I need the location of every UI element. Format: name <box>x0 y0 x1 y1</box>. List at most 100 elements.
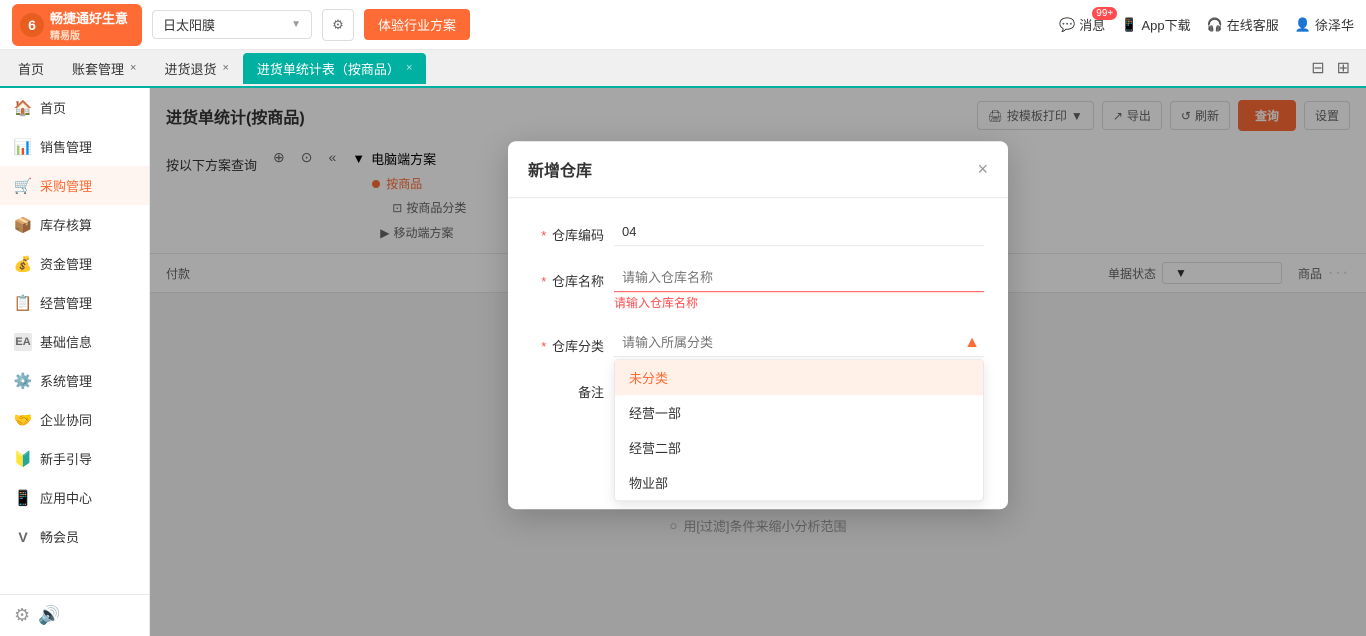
form-row-name: * 仓库名称 请输入仓库名称 <box>532 264 984 311</box>
tab-accounts-close[interactable]: × <box>130 62 136 74</box>
purchase-icon: 🛒 <box>14 177 32 195</box>
sidebar-inventory-label: 库存核算 <box>40 215 92 234</box>
notification-badge: 99+ <box>1092 7 1117 20</box>
main-layout: 🏠 首页 📊 销售管理 🛒 采购管理 📦 库存核算 💰 资金管理 📋 经营管理 … <box>0 88 1366 636</box>
sidebar-member-label: 畅会员 <box>40 527 79 546</box>
add-warehouse-modal: 新增仓库 × * 仓库编码 * 仓库名称 <box>508 141 1008 509</box>
sidebar-sales-label: 销售管理 <box>40 137 92 156</box>
logo: 6 畅捷通好生意 精易版 <box>12 4 142 46</box>
sidebar-item-inventory[interactable]: 📦 库存核算 <box>0 205 149 244</box>
enterprise-icon: 🤝 <box>14 411 32 429</box>
message-icon: 💬 <box>1059 17 1075 33</box>
sidebar-system-label: 系统管理 <box>40 371 92 390</box>
basic-icon: EA <box>14 333 32 351</box>
category-dropdown-arrow[interactable]: ▲ <box>960 330 984 356</box>
tab-purchase-stats-label: 进货单统计表（按商品） <box>257 59 400 78</box>
sidebar-basic-label: 基础信息 <box>40 332 92 351</box>
sidebar-item-member[interactable]: V 畅会员 <box>0 517 149 556</box>
dropdown-item-unclassified[interactable]: 未分类 <box>615 360 983 395</box>
category-label: * 仓库分类 <box>532 329 604 355</box>
sidebar-speaker-btn[interactable]: 🔊 <box>38 605 60 626</box>
name-col: 请输入仓库名称 <box>614 264 984 311</box>
sidebar-item-guide[interactable]: 🔰 新手引导 <box>0 439 149 478</box>
online-service-area[interactable]: 🎧 在线客服 <box>1207 15 1279 34</box>
guide-icon: 🔰 <box>14 450 32 468</box>
tab-purchase-return[interactable]: 进货退货 × <box>150 53 242 84</box>
remark-label: 备注 <box>532 375 604 401</box>
name-error-msg: 请输入仓库名称 <box>614 294 984 311</box>
sidebar-item-home[interactable]: 🏠 首页 <box>0 88 149 127</box>
tab-purchase-return-label: 进货退货 <box>164 59 216 78</box>
content-area: 进货单统计(按商品) 🖨 按模板打印 ▼ ↗ 导出 ↺ 刷新 查询 设置 <box>150 88 1366 636</box>
sidebar: 🏠 首页 📊 销售管理 🛒 采购管理 📦 库存核算 💰 资金管理 📋 经营管理 … <box>0 88 150 636</box>
sidebar-item-finance[interactable]: 💰 资金管理 <box>0 244 149 283</box>
sidebar-item-purchase[interactable]: 🛒 采购管理 <box>0 166 149 205</box>
app-download-label: App下载 <box>1141 15 1190 34</box>
modal-title: 新增仓库 <box>528 157 592 181</box>
tab-purchase-stats[interactable]: 进货单统计表（按商品） × <box>243 53 426 84</box>
search-bar[interactable]: 日太阳膜 ▼ <box>152 10 312 39</box>
category-select-wrap: ▲ <box>614 329 984 357</box>
search-dropdown-icon: ▼ <box>291 19 301 30</box>
category-col: ▲ 未分类 经营一部 经营二部 物业部 <box>614 329 984 357</box>
sidebar-purchase-label: 采购管理 <box>40 176 92 195</box>
sidebar-item-system[interactable]: ⚙️ 系统管理 <box>0 361 149 400</box>
system-icon: ⚙️ <box>14 372 32 390</box>
sidebar-settings-btn[interactable]: ⚙ <box>14 605 30 626</box>
sidebar-home-label: 首页 <box>40 98 66 117</box>
sidebar-item-sales[interactable]: 📊 销售管理 <box>0 127 149 166</box>
sidebar-guide-label: 新手引导 <box>40 449 92 468</box>
user-area[interactable]: 👤 徐泽华 <box>1295 15 1354 34</box>
sidebar-item-basic[interactable]: EA 基础信息 <box>0 322 149 361</box>
search-text: 日太阳膜 <box>163 15 285 34</box>
headset-icon: 🎧 <box>1207 17 1223 33</box>
code-input[interactable] <box>614 218 984 246</box>
sidebar-app-label: 应用中心 <box>40 488 92 507</box>
form-row-category: * 仓库分类 ▲ 未分类 经营一部 经营二部 物业部 <box>532 329 984 357</box>
name-input[interactable] <box>614 264 984 292</box>
sidebar-bottom: ⚙ 🔊 <box>0 594 149 636</box>
name-label: * 仓库名称 <box>532 264 604 290</box>
modal-header: 新增仓库 × <box>508 141 1008 198</box>
tab-expand-button[interactable]: ⊞ <box>1333 56 1354 80</box>
online-service-label: 在线客服 <box>1227 15 1279 34</box>
operations-icon: 📋 <box>14 294 32 312</box>
sales-icon: 📊 <box>14 138 32 156</box>
sidebar-item-operations[interactable]: 📋 经营管理 <box>0 283 149 322</box>
tab-accounts-label: 账套管理 <box>72 59 124 78</box>
member-icon: V <box>14 528 32 546</box>
logo-sub: 精易版 <box>50 27 128 42</box>
tab-purchase-return-close[interactable]: × <box>222 62 228 74</box>
tab-accounts[interactable]: 账套管理 × <box>58 53 150 84</box>
modal-body: * 仓库编码 * 仓库名称 请输入仓库名称 <box>508 198 1008 441</box>
app-download-area[interactable]: 📱 App下载 <box>1121 15 1190 34</box>
finance-icon: 💰 <box>14 255 32 273</box>
tab-controls: ⊟ ⊞ <box>1299 56 1362 80</box>
dropdown-item-ops1[interactable]: 经营一部 <box>615 395 983 430</box>
settings-icon[interactable]: ⚙ <box>322 9 354 41</box>
notification-area[interactable]: 💬 消息 99+ <box>1059 15 1105 34</box>
logo-text: 畅捷通好生意 <box>50 8 128 27</box>
form-row-code: * 仓库编码 <box>532 218 984 246</box>
sidebar-enterprise-label: 企业协同 <box>40 410 92 429</box>
modal-close-button[interactable]: × <box>977 159 988 180</box>
user-icon: 👤 <box>1295 17 1311 33</box>
tab-purchase-stats-close[interactable]: × <box>406 62 412 74</box>
inventory-icon: 📦 <box>14 216 32 234</box>
trial-button[interactable]: 体验行业方案 <box>364 9 470 40</box>
dropdown-item-ops2[interactable]: 经营二部 <box>615 430 983 465</box>
category-input[interactable] <box>614 329 960 356</box>
username-label: 徐泽华 <box>1315 15 1354 34</box>
top-header: 6 畅捷通好生意 精易版 日太阳膜 ▼ ⚙ 体验行业方案 💬 消息 99+ 📱 … <box>0 0 1366 50</box>
home-icon: 🏠 <box>14 99 32 117</box>
tab-home[interactable]: 首页 <box>4 53 58 84</box>
header-right: 💬 消息 99+ 📱 App下载 🎧 在线客服 👤 徐泽华 <box>1059 15 1354 34</box>
code-required-mark: * <box>541 228 546 243</box>
tab-bar: 首页 账套管理 × 进货退货 × 进货单统计表（按商品） × ⊟ ⊞ <box>0 50 1366 88</box>
name-required-mark: * <box>541 274 546 289</box>
sidebar-item-app[interactable]: 📱 应用中心 <box>0 478 149 517</box>
code-label: * 仓库编码 <box>532 218 604 244</box>
dropdown-item-property[interactable]: 物业部 <box>615 465 983 500</box>
sidebar-item-enterprise[interactable]: 🤝 企业协同 <box>0 400 149 439</box>
tab-minimize-button[interactable]: ⊟ <box>1307 56 1328 80</box>
